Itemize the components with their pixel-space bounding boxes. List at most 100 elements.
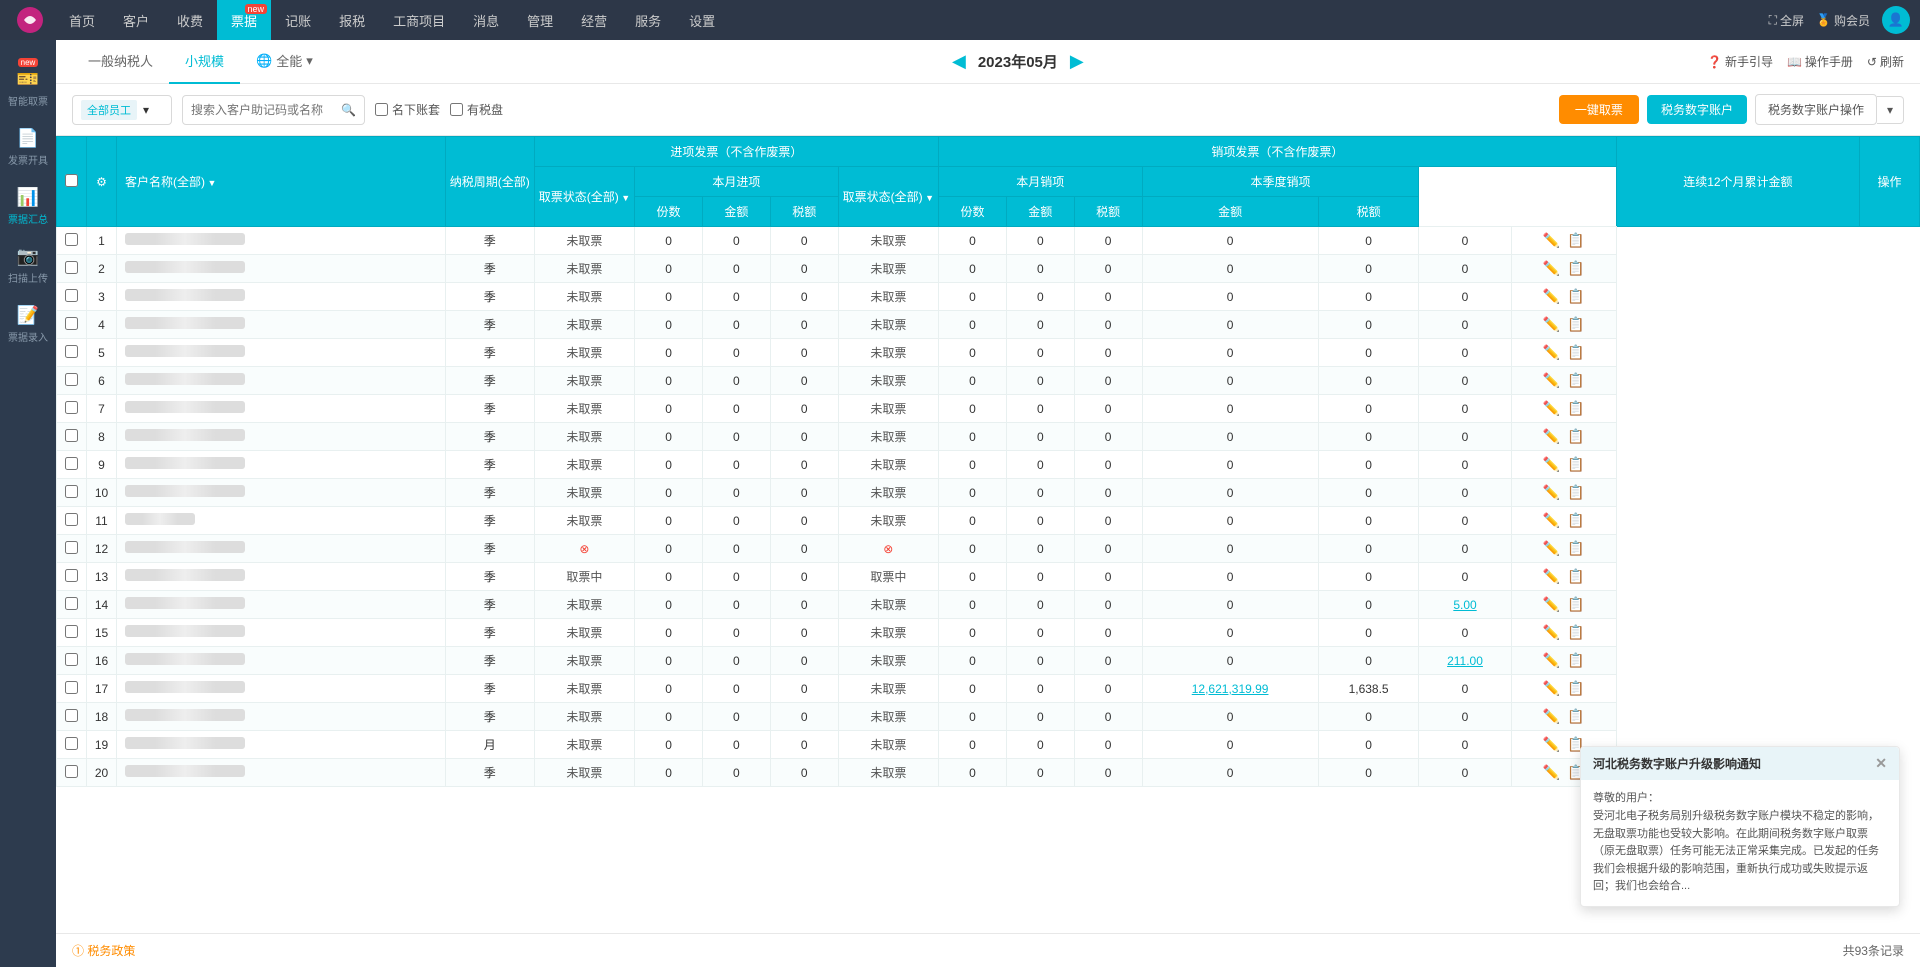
tab-all[interactable]: 🌐 全能 ▾ xyxy=(240,40,329,84)
copy-icon[interactable]: 📋 xyxy=(1567,344,1584,360)
edit-icon[interactable]: ✏️ xyxy=(1543,484,1560,500)
th-client-name[interactable]: 客户名称(全部) xyxy=(117,137,446,227)
tab-small-scale[interactable]: 小规模 xyxy=(169,40,240,84)
copy-icon[interactable]: 📋 xyxy=(1567,624,1584,640)
row-checkbox[interactable] xyxy=(65,737,78,750)
row-checkbox[interactable] xyxy=(65,233,78,246)
edit-icon[interactable]: ✏️ xyxy=(1543,288,1560,304)
nav-operation[interactable]: 经营 xyxy=(567,0,621,40)
th-in-status[interactable]: 取票状态(全部) xyxy=(534,167,634,227)
notification-close-btn[interactable]: ✕ xyxy=(1875,755,1887,772)
row-checkbox[interactable] xyxy=(65,289,78,302)
copy-icon[interactable]: 📋 xyxy=(1567,484,1584,500)
edit-icon[interactable]: ✏️ xyxy=(1543,736,1560,752)
th-out-status[interactable]: 取票状态(全部) xyxy=(838,167,938,227)
row-checkbox[interactable] xyxy=(65,373,78,386)
sidebar-item-scan[interactable]: 📷 扫描上传 xyxy=(0,236,56,295)
edit-icon[interactable]: ✏️ xyxy=(1543,316,1560,332)
edit-icon[interactable]: ✏️ xyxy=(1543,372,1560,388)
nav-business[interactable]: 工商项目 xyxy=(379,0,459,40)
nav-invoice[interactable]: 票据 new xyxy=(217,0,271,40)
tax-disk-checkbox[interactable] xyxy=(450,103,463,116)
copy-icon[interactable]: 📋 xyxy=(1567,232,1584,248)
search-input[interactable] xyxy=(191,103,341,117)
copy-icon[interactable]: 📋 xyxy=(1567,316,1584,332)
checkbox-sub-account[interactable]: 名下账套 xyxy=(375,101,440,118)
edit-icon[interactable]: ✏️ xyxy=(1543,400,1560,416)
select-all-checkbox[interactable] xyxy=(65,174,78,187)
nav-home[interactable]: 首页 xyxy=(55,0,109,40)
edit-icon[interactable]: ✏️ xyxy=(1543,568,1560,584)
copy-icon[interactable]: 📋 xyxy=(1567,708,1584,724)
nav-service[interactable]: 服务 xyxy=(621,0,675,40)
row-checkbox[interactable] xyxy=(65,597,78,610)
period-prev-btn[interactable]: ◀ xyxy=(952,51,966,72)
refresh-btn[interactable]: ↺ 刷新 xyxy=(1867,53,1904,70)
nav-accounting[interactable]: 记账 xyxy=(271,0,325,40)
row-checkbox[interactable] xyxy=(65,485,78,498)
edit-icon[interactable]: ✏️ xyxy=(1543,232,1560,248)
tax-digital-account-btn[interactable]: 税务数字账户 xyxy=(1647,95,1747,124)
copy-icon[interactable]: 📋 xyxy=(1567,372,1584,388)
tax-ops-dropdown-btn[interactable]: ▾ xyxy=(1877,96,1904,124)
nav-tax[interactable]: 报税 xyxy=(325,0,379,40)
edit-icon[interactable]: ✏️ xyxy=(1543,708,1560,724)
edit-icon[interactable]: ✏️ xyxy=(1543,764,1560,780)
tax-ops-btn[interactable]: 税务数字账户操作 xyxy=(1755,94,1877,125)
row-checkbox[interactable] xyxy=(65,653,78,666)
edit-icon[interactable]: ✏️ xyxy=(1543,456,1560,472)
edit-icon[interactable]: ✏️ xyxy=(1543,624,1560,640)
one-click-fetch-btn[interactable]: 一键取票 xyxy=(1559,95,1639,124)
copy-icon[interactable]: 📋 xyxy=(1567,652,1584,668)
new-guide-btn[interactable]: ❓ 新手引导 xyxy=(1707,53,1773,70)
sidebar-item-summary[interactable]: 📊 票据汇总 xyxy=(0,177,56,236)
row-checkbox[interactable] xyxy=(65,261,78,274)
copy-icon[interactable]: 📋 xyxy=(1567,288,1584,304)
edit-icon[interactable]: ✏️ xyxy=(1543,428,1560,444)
nav-customer[interactable]: 客户 xyxy=(109,0,163,40)
edit-icon[interactable]: ✏️ xyxy=(1543,540,1560,556)
copy-icon[interactable]: 📋 xyxy=(1567,260,1584,276)
copy-icon[interactable]: 📋 xyxy=(1567,512,1584,528)
edit-icon[interactable]: ✏️ xyxy=(1543,680,1560,696)
edit-icon[interactable]: ✏️ xyxy=(1543,260,1560,276)
tab-general-taxpayer[interactable]: 一般纳税人 xyxy=(72,40,169,84)
edit-icon[interactable]: ✏️ xyxy=(1543,344,1560,360)
member-btn[interactable]: 🏅 购会员 xyxy=(1816,12,1870,29)
edit-icon[interactable]: ✏️ xyxy=(1543,596,1560,612)
employee-select[interactable]: 全部员工 ▾ xyxy=(72,95,172,125)
row-checkbox[interactable] xyxy=(65,317,78,330)
copy-icon[interactable]: 📋 xyxy=(1567,596,1584,612)
checkbox-tax-disk[interactable]: 有税盘 xyxy=(450,101,503,118)
search-icon[interactable]: 🔍 xyxy=(341,103,356,117)
nav-settings[interactable]: 设置 xyxy=(675,0,729,40)
edit-icon[interactable]: ✏️ xyxy=(1543,512,1560,528)
edit-icon[interactable]: ✏️ xyxy=(1543,652,1560,668)
sidebar-item-open-invoice[interactable]: 📄 发票开具 xyxy=(0,118,56,177)
copy-icon[interactable]: 📋 xyxy=(1567,428,1584,444)
copy-icon[interactable]: 📋 xyxy=(1567,400,1584,416)
nav-message[interactable]: 消息 xyxy=(459,0,513,40)
sidebar-item-record[interactable]: 📝 票据录入 xyxy=(0,295,56,354)
copy-icon[interactable]: 📋 xyxy=(1567,540,1584,556)
row-checkbox[interactable] xyxy=(65,681,78,694)
row-checkbox[interactable] xyxy=(65,401,78,414)
user-avatar[interactable]: 👤 xyxy=(1882,6,1910,34)
copy-icon[interactable]: 📋 xyxy=(1567,680,1584,696)
sub-account-checkbox[interactable] xyxy=(375,103,388,116)
nav-billing[interactable]: 收费 xyxy=(163,0,217,40)
row-checkbox[interactable] xyxy=(65,625,78,638)
sidebar-item-fetch-ticket[interactable]: new 🎫 智能取票 xyxy=(0,48,56,118)
nav-management[interactable]: 管理 xyxy=(513,0,567,40)
row-checkbox[interactable] xyxy=(65,457,78,470)
row-checkbox[interactable] xyxy=(65,541,78,554)
fullscreen-btn[interactable]: ⛶ 全屏 xyxy=(1769,12,1804,29)
copy-icon[interactable]: 📋 xyxy=(1567,568,1584,584)
row-checkbox[interactable] xyxy=(65,345,78,358)
row-checkbox[interactable] xyxy=(65,569,78,582)
row-checkbox[interactable] xyxy=(65,709,78,722)
tax-policy-link[interactable]: ① 税务政策 xyxy=(72,942,135,959)
row-checkbox[interactable] xyxy=(65,765,78,778)
row-checkbox[interactable] xyxy=(65,513,78,526)
row-checkbox[interactable] xyxy=(65,429,78,442)
